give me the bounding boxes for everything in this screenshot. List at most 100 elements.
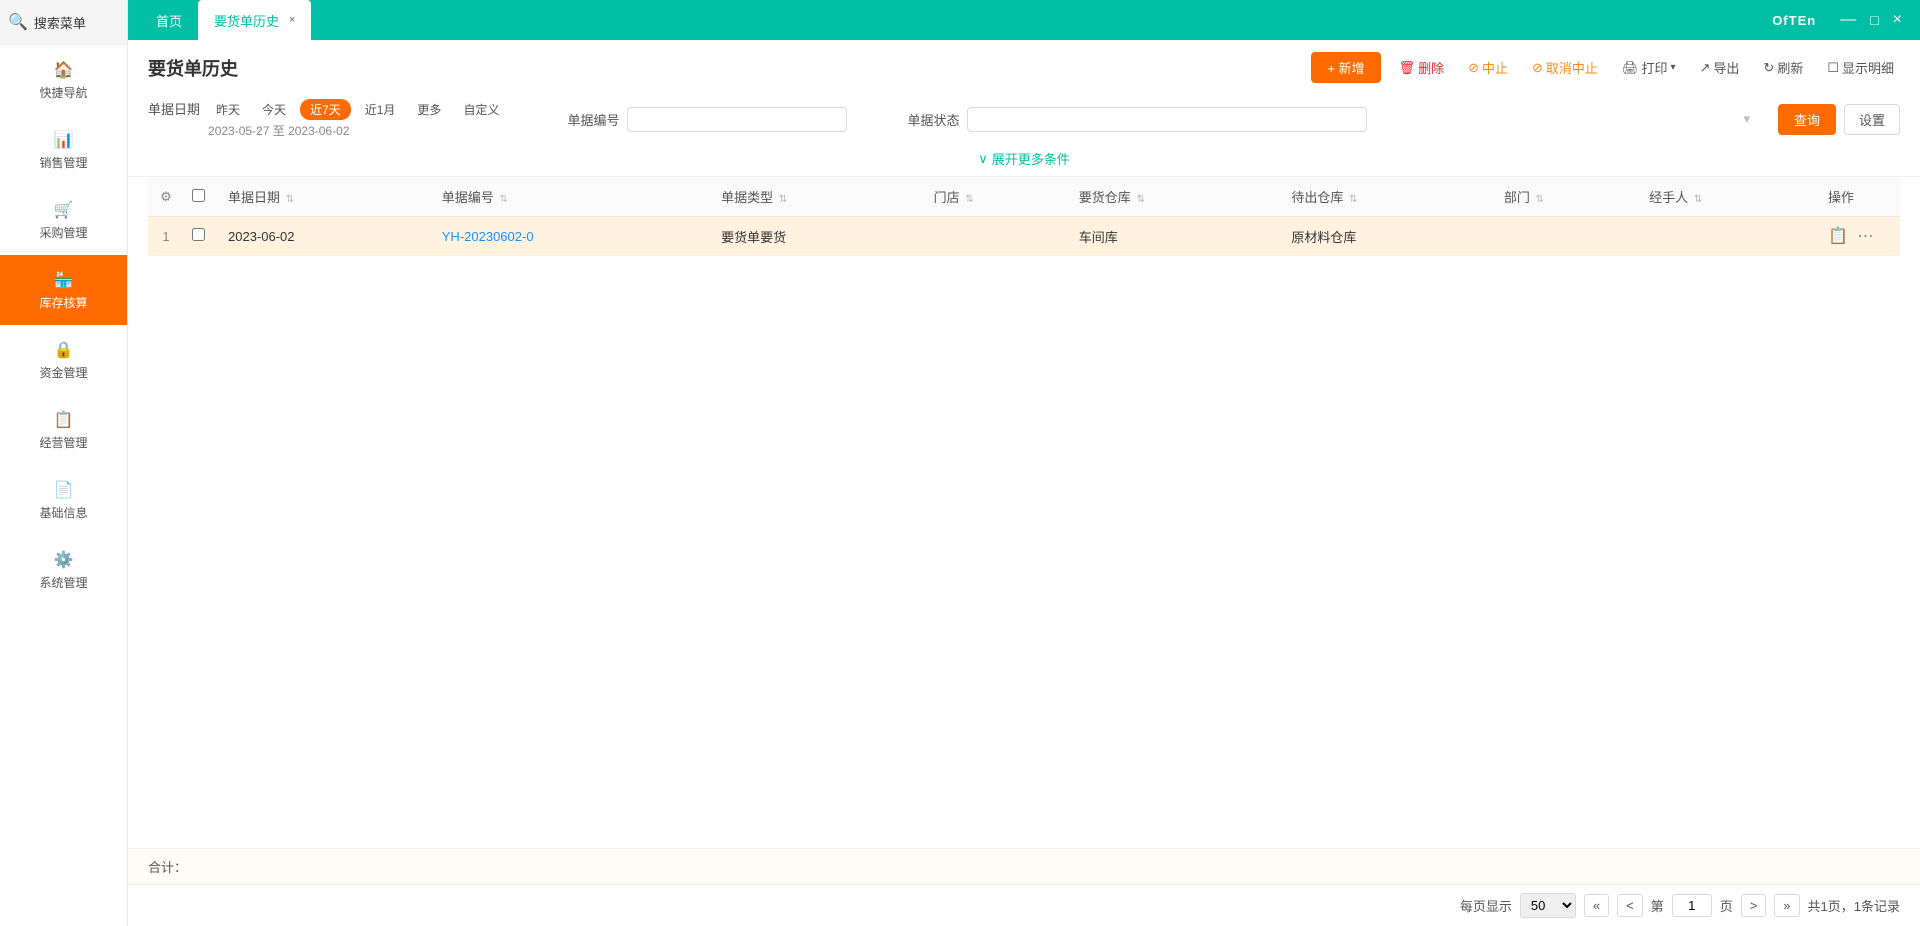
delete-button[interactable]: 🗑 删除	[1393, 54, 1451, 81]
page-number-input[interactable]	[1672, 894, 1712, 917]
page-label: 第	[1651, 896, 1664, 915]
sidebar-search[interactable]: 搜索菜单	[0, 0, 127, 45]
tab-requisition-history[interactable]: 要货单历史 ×	[198, 0, 311, 40]
col-doc-no[interactable]: 单据编号 ⇅	[434, 177, 713, 217]
col-settings[interactable]: ⚙	[148, 177, 184, 217]
home-icon	[54, 59, 74, 80]
sidebar-item-label: 基础信息	[39, 504, 87, 521]
table-row[interactable]: 1 2023-06-02 YH-20230602-0 要货单要货 车间库 原材料…	[148, 217, 1900, 256]
status-label: 单据状态	[907, 110, 959, 129]
row-checkbox[interactable]	[184, 217, 220, 256]
col-handler[interactable]: 经手人 ⇅	[1641, 177, 1820, 217]
settings-button[interactable]: 设置	[1844, 104, 1900, 135]
query-button[interactable]: 查询	[1778, 104, 1836, 135]
window-minimize-button[interactable]: —	[1834, 11, 1862, 29]
next-page-button[interactable]: >	[1741, 894, 1767, 917]
col-pending-warehouse[interactable]: 待出仓库 ⇅	[1283, 177, 1496, 217]
row-req-warehouse: 车间库	[1071, 217, 1284, 256]
filter-row-1: 单据日期 昨天 今天 近7天 近1月 更多 自定义 2023-05-27 至 2…	[148, 99, 1900, 139]
operation-icon	[54, 409, 74, 430]
row-actions: 📋 ⋯	[1820, 217, 1900, 256]
table-wrap: ⚙ 单据日期 ⇅ 单据编号 ⇅	[128, 177, 1920, 848]
sidebar-item-inventory[interactable]: 库存核算	[0, 255, 127, 325]
summary-label: 合计：	[148, 860, 187, 875]
purchase-icon	[54, 199, 74, 220]
row-store	[926, 217, 1071, 256]
date-last1month-button[interactable]: 近1月	[357, 99, 404, 120]
print-icon: 🖨	[1622, 60, 1639, 76]
sidebar-item-basic[interactable]: 基础信息	[0, 465, 127, 535]
col-store[interactable]: 门店 ⇅	[926, 177, 1071, 217]
row-select-checkbox[interactable]	[192, 228, 205, 241]
pending-warehouse-sort-icon: ⇅	[1349, 194, 1357, 205]
doc-type-sort-icon: ⇅	[779, 194, 787, 205]
stop-button[interactable]: ⊘ 中止	[1462, 54, 1514, 81]
tab-requisition-label: 要货单历史	[214, 11, 279, 30]
status-select[interactable]	[967, 107, 1367, 132]
row-edit-icon[interactable]: 📋	[1828, 228, 1848, 245]
display-detail-button[interactable]: ☐ 显示明细	[1821, 54, 1900, 81]
col-doc-type[interactable]: 单据类型 ⇅	[713, 177, 926, 217]
status-select-arrow: ▾	[1743, 111, 1750, 127]
add-button[interactable]: + 新增	[1311, 52, 1380, 83]
doc-no-filter-group: 单据编号	[567, 107, 847, 132]
window-maximize-button[interactable]: □	[1864, 12, 1884, 28]
print-dropdown-icon: ▾	[1670, 62, 1675, 73]
col-date[interactable]: 单据日期 ⇅	[220, 177, 434, 217]
status-filter-group: 单据状态 ▾	[907, 107, 1758, 132]
doc-no-link[interactable]: YH-20230602-0	[442, 229, 534, 244]
date-last7days-button[interactable]: 近7天	[300, 99, 351, 120]
sidebar-item-operation[interactable]: 经营管理	[0, 395, 127, 465]
date-more-button[interactable]: 更多	[409, 99, 449, 120]
col-req-warehouse[interactable]: 要货仓库 ⇅	[1071, 177, 1284, 217]
stop-icon: ⊘	[1468, 60, 1479, 76]
prev-page-button[interactable]: <	[1617, 894, 1643, 917]
page-suffix: 页	[1720, 896, 1733, 915]
finance-icon	[54, 339, 74, 360]
content-area: 要货单历史 + 新增 🗑 删除 ⊘ 中止 ⊘ 取消中止	[128, 40, 1920, 926]
date-custom-button[interactable]: 自定义	[455, 99, 507, 120]
sidebar-item-sales[interactable]: 销售管理	[0, 115, 127, 185]
export-icon: ↗	[1699, 60, 1710, 76]
row-handler	[1641, 217, 1820, 256]
cancel-stop-button[interactable]: ⊘ 取消中止	[1526, 54, 1604, 81]
sidebar-item-system[interactable]: 系统管理	[0, 535, 127, 605]
sidebar-item-label: 销售管理	[39, 154, 87, 171]
row-more-icon[interactable]: ⋯	[1858, 228, 1874, 245]
col-checkbox[interactable]	[184, 177, 220, 217]
expand-more-button[interactable]: ∨ 展开更多条件	[978, 149, 1070, 168]
last-page-button[interactable]: »	[1774, 894, 1799, 917]
date-filter-buttons: 昨天 今天 近7天 近1月 更多 自定义	[208, 99, 507, 120]
col-department[interactable]: 部门 ⇅	[1496, 177, 1641, 217]
date-options-wrap: 昨天 今天 近7天 近1月 更多 自定义 2023-05-27 至 2023-0…	[208, 99, 507, 139]
basic-icon	[54, 479, 74, 500]
sidebar-item-label: 经营管理	[39, 434, 87, 451]
row-pending-warehouse: 原材料仓库	[1283, 217, 1496, 256]
select-all-checkbox[interactable]	[192, 189, 205, 202]
store-sort-icon: ⇅	[965, 194, 973, 205]
page-size-select[interactable]: 50 100 200	[1520, 893, 1576, 918]
export-button[interactable]: ↗ 导出	[1693, 54, 1745, 81]
doc-no-input[interactable]	[627, 107, 847, 132]
print-button[interactable]: 🖨 打印 ▾	[1616, 54, 1682, 81]
cancel-stop-icon: ⊘	[1532, 60, 1543, 76]
refresh-button[interactable]: ↻ 刷新	[1757, 54, 1809, 81]
row-doc-type: 要货单要货	[713, 217, 926, 256]
sidebar-item-quick-nav[interactable]: 快捷导航	[0, 45, 127, 115]
page-header: 要货单历史 + 新增 🗑 删除 ⊘ 中止 ⊘ 取消中止	[128, 40, 1920, 91]
date-today-button[interactable]: 今天	[254, 99, 294, 120]
window-close-button[interactable]: ×	[1887, 11, 1908, 29]
sidebar-item-label: 快捷导航	[39, 84, 87, 101]
date-yesterday-button[interactable]: 昨天	[208, 99, 248, 120]
filter-area: 单据日期 昨天 今天 近7天 近1月 更多 自定义 2023-05-27 至 2…	[128, 91, 1920, 177]
tab-close-button[interactable]: ×	[289, 14, 295, 26]
tab-home[interactable]: 首页	[140, 0, 198, 40]
sidebar-item-label: 采购管理	[39, 224, 87, 241]
settings-icon: ⚙	[160, 189, 172, 204]
sidebar-item-purchase[interactable]: 采购管理	[0, 185, 127, 255]
display-icon: ☐	[1827, 60, 1839, 76]
expand-icon: ∨	[978, 151, 988, 167]
sidebar-item-finance[interactable]: 资金管理	[0, 325, 127, 395]
top-bar: 首页 要货单历史 × OfTEn — □ ×	[128, 0, 1920, 40]
first-page-button[interactable]: «	[1584, 894, 1609, 917]
